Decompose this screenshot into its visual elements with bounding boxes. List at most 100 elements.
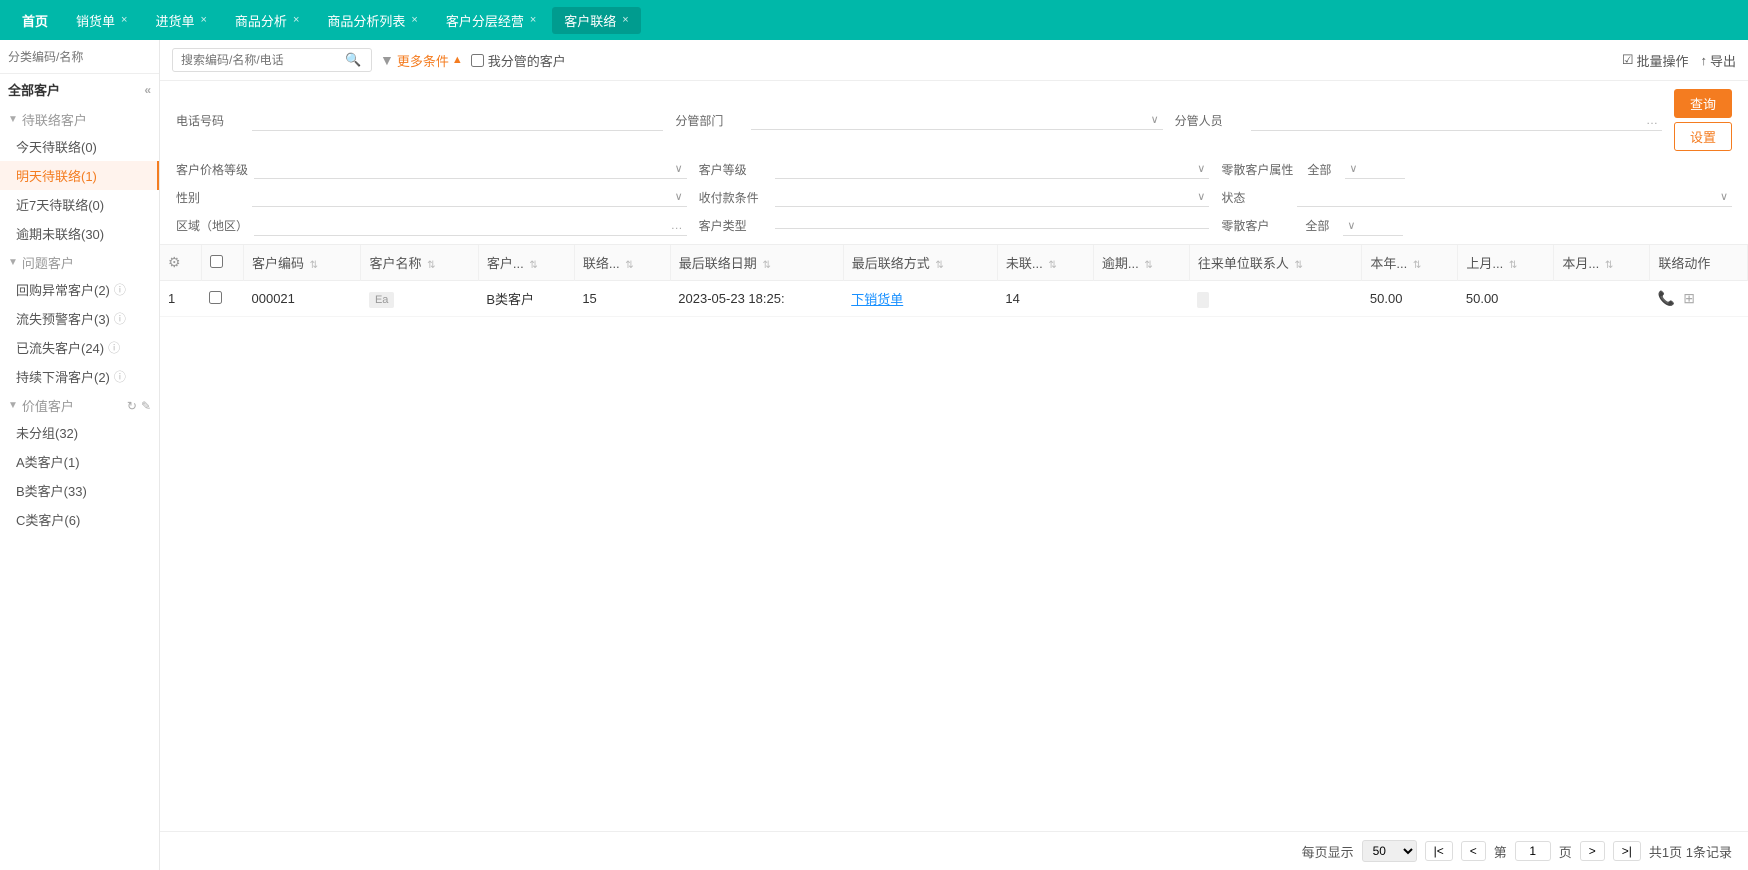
nav-goods-analysis-list-label: 商品分析列表 (327, 11, 405, 30)
area-select[interactable]: … (254, 215, 687, 236)
col-this-month: 本月... ⇅ (1554, 245, 1650, 281)
col-unit-contact-sort-icon[interactable]: ⇅ (1294, 260, 1302, 271)
nav-home[interactable]: 首页 (10, 7, 60, 34)
action-grid-icon[interactable]: ⊞ (1683, 290, 1695, 307)
sidebar-item-lost-warning[interactable]: 流失预警客户(3) ⓘ (0, 304, 159, 333)
retail-customer-select[interactable]: ∨ (1343, 216, 1403, 236)
col-checkbox (201, 245, 243, 281)
sidebar-overdue-label: 逾期未联络(30) (16, 224, 104, 243)
settings-button[interactable]: 设置 (1674, 122, 1732, 151)
status-label: 状态 (1221, 189, 1291, 206)
col-type-sort-icon[interactable]: ⇅ (529, 260, 537, 271)
sidebar-item-a-class[interactable]: A类客户(1) (0, 447, 159, 476)
sidebar-item-repurchase[interactable]: 回购异常客户(2) ⓘ (0, 275, 159, 304)
export-btn[interactable]: ↑ 导出 (1700, 51, 1736, 70)
price-level-select[interactable]: ∨ (254, 159, 687, 179)
nav-customer-contact[interactable]: 客户联络 × (552, 7, 640, 34)
col-last-date-sort-icon[interactable]: ⇅ (762, 260, 770, 271)
phone-input[interactable] (252, 110, 663, 131)
table-container: ⚙ 客户编码 ⇅ 客户名称 ⇅ (160, 245, 1748, 831)
sidebar-repurchase-label: 回购异常客户(2) (16, 280, 110, 299)
per-page-select[interactable]: 50 10 20 100 (1362, 840, 1417, 862)
more-conditions-btn[interactable]: ▼ 更多条件 ▲ (380, 51, 463, 70)
sidebar-item-7days[interactable]: 近7天待联络(0) (0, 190, 159, 219)
nav-goods-analysis-list[interactable]: 商品分析列表 × (315, 7, 429, 34)
dept-select[interactable]: ∨ (751, 110, 1162, 130)
filter-actions: 查询 设置 (1674, 89, 1732, 151)
gender-select[interactable]: ∨ (252, 187, 687, 207)
filter-area-field: 区域（地区） … (176, 215, 687, 236)
nav-sales[interactable]: 销货单 × (64, 7, 139, 34)
select-all-checkbox[interactable] (210, 255, 223, 268)
payment-select[interactable]: ∨ (775, 187, 1210, 207)
sidebar-all-customers-label: 全部客户 (8, 80, 60, 99)
nav-purchase[interactable]: 进货单 × (143, 7, 218, 34)
toolbar-right: ☑ 批量操作 ↑ 导出 (1622, 51, 1736, 70)
my-customers-label: 我分管的客户 (488, 51, 566, 70)
page-prev-btn[interactable]: < (1461, 841, 1486, 861)
last-contact-method-link[interactable]: 下销货单 (851, 292, 903, 307)
person-select[interactable]: … (1251, 110, 1662, 131)
page-number-input[interactable] (1515, 841, 1551, 861)
filter-search-icon[interactable]: 🔍 (345, 52, 361, 68)
nav-sales-label: 销货单 (76, 11, 115, 30)
sidebar-search-input[interactable] (8, 50, 160, 64)
sidebar-item-today[interactable]: 今天待联络(0) (0, 132, 159, 161)
col-this-year-label: 本年... (1370, 256, 1407, 271)
value-edit-icon[interactable]: ✎ (141, 399, 151, 413)
nav-sales-close[interactable]: × (121, 14, 127, 26)
filter-retail-customer-field: 零散客户 全部 ∨ (1221, 216, 1732, 236)
page-next-btn[interactable]: > (1580, 841, 1605, 861)
filter-search-box: 🔍 (172, 48, 372, 72)
nav-goods-list-close[interactable]: × (411, 14, 417, 26)
nav-customer-contact-close[interactable]: × (622, 14, 628, 26)
sidebar-collapse-icon: « (144, 83, 151, 97)
cell-last-month: 50.00 (1458, 281, 1554, 317)
col-last-method-sort-icon[interactable]: ⇅ (935, 260, 943, 271)
batch-ops-btn[interactable]: ☑ 批量操作 (1622, 51, 1689, 70)
sidebar-all-customers[interactable]: 全部客户 « (0, 74, 159, 105)
value-refresh-icon[interactable]: ↻ (127, 399, 137, 413)
col-contact-sort-icon[interactable]: ⇅ (625, 260, 633, 271)
row-checkbox[interactable] (209, 291, 222, 304)
status-select[interactable]: ∨ (1297, 187, 1732, 207)
sidebar-item-b-class[interactable]: B类客户(33) (0, 476, 159, 505)
col-overdue-sort-icon[interactable]: ⇅ (1144, 260, 1152, 271)
sidebar-item-lost[interactable]: 已流失客户(24) ⓘ (0, 333, 159, 362)
filter-search-input[interactable] (181, 53, 341, 67)
nav-customer-tier[interactable]: 客户分层经营 × (434, 7, 548, 34)
customer-level-select[interactable]: ∨ (775, 159, 1210, 179)
col-this-month-label: 本月... (1562, 256, 1599, 271)
nav-goods-analysis[interactable]: 商品分析 × (223, 7, 311, 34)
sidebar-b-class-label: B类客户(33) (16, 481, 87, 500)
retail-attr-label: 零散客户属性 (1221, 161, 1293, 178)
sidebar-item-c-class[interactable]: C类客户(6) (0, 505, 159, 534)
query-button[interactable]: 查询 (1674, 89, 1732, 118)
retail-attr-select[interactable]: ∨ (1345, 159, 1405, 179)
sidebar: 🔍 全部客户 « ▼ 待联络客户 今天待联络(0) 明天待联络(1) 近7天待联… (0, 40, 160, 870)
filter-dept-field: 分管部门 ∨ (675, 110, 1162, 130)
phone-label: 电话号码 (176, 112, 246, 129)
content-area: 🔍 ▼ 更多条件 ▲ 我分管的客户 ☑ 批量操作 ↑ 导出 (160, 40, 1748, 870)
nav-goods-close[interactable]: × (293, 14, 299, 26)
col-name-sort-icon[interactable]: ⇅ (427, 260, 435, 271)
page-last-btn[interactable]: >| (1613, 841, 1641, 861)
action-phone-icon[interactable]: 📞 (1658, 290, 1675, 307)
sidebar-item-overdue[interactable]: 逾期未联络(30) (0, 219, 159, 248)
nav-purchase-close[interactable]: × (200, 14, 206, 26)
nav-customer-tier-close[interactable]: × (530, 14, 536, 26)
col-uncontacted-sort-icon[interactable]: ⇅ (1048, 260, 1056, 271)
table-settings-icon[interactable]: ⚙ (168, 254, 181, 270)
sidebar-item-tomorrow[interactable]: 明天待联络(1) (0, 161, 159, 190)
col-this-year-sort-icon[interactable]: ⇅ (1413, 260, 1421, 271)
cell-code: 000021 (244, 281, 361, 317)
col-last-month-sort-icon[interactable]: ⇅ (1509, 260, 1517, 271)
my-customers-checkbox[interactable] (471, 54, 484, 67)
col-code-sort-icon[interactable]: ⇅ (310, 260, 318, 271)
sidebar-item-ungroup[interactable]: 未分组(32) (0, 418, 159, 447)
page-first-btn[interactable]: |< (1425, 841, 1453, 861)
status-chevron-icon: ∨ (1720, 190, 1728, 203)
sidebar-item-declining[interactable]: 持续下滑客户(2) ⓘ (0, 362, 159, 391)
customer-type-select[interactable] (775, 222, 1210, 229)
col-this-month-sort-icon[interactable]: ⇅ (1605, 260, 1613, 271)
